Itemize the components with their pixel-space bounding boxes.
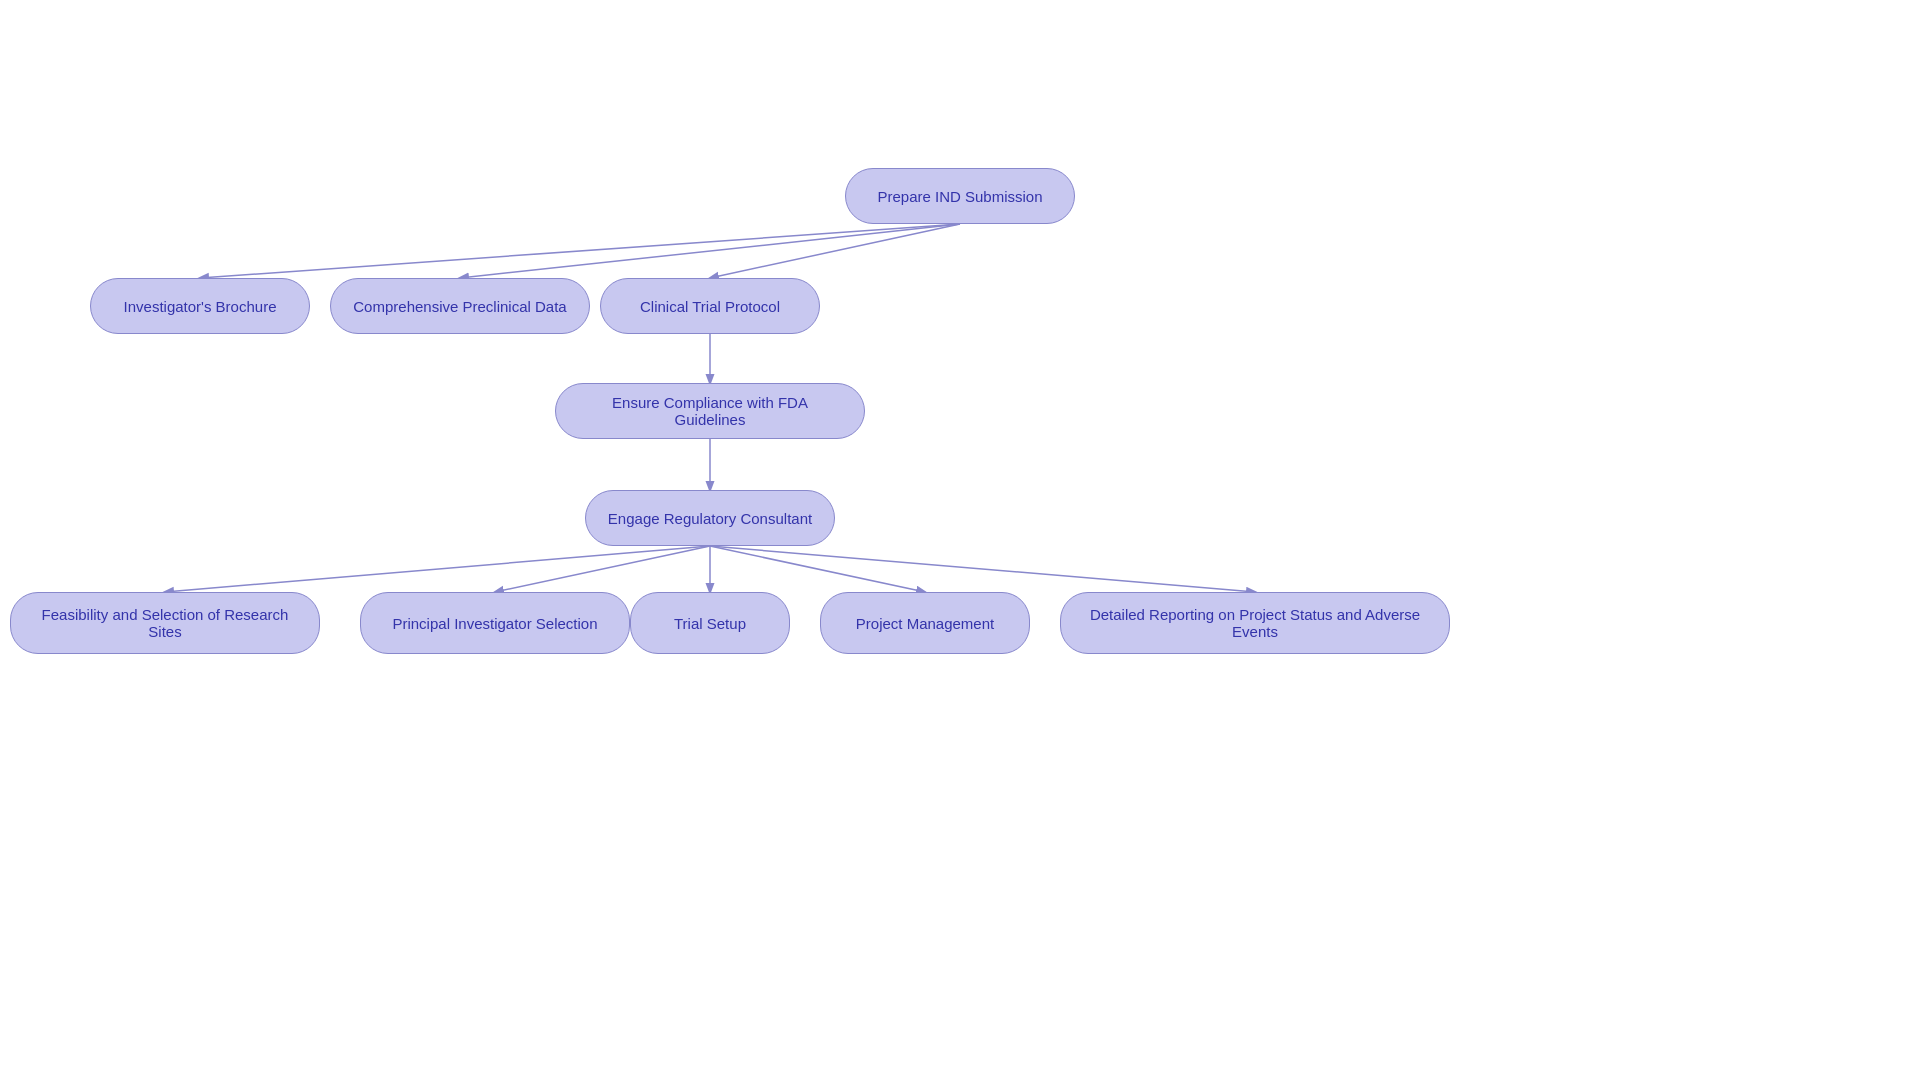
node-clinical-trial-protocol[interactable]: Clinical Trial Protocol bbox=[600, 278, 820, 334]
node-investigators-brochure[interactable]: Investigator's Brochure bbox=[90, 278, 310, 334]
svg-line-5 bbox=[165, 546, 710, 592]
diagram-container: Prepare IND Submission Investigator's Br… bbox=[0, 0, 1920, 1083]
node-detailed-reporting-label: Detailed Reporting on Project Status and… bbox=[1081, 606, 1429, 640]
svg-line-2 bbox=[710, 224, 960, 278]
svg-line-1 bbox=[460, 224, 960, 278]
node-trial-setup[interactable]: Trial Setup bbox=[630, 592, 790, 654]
node-feasibility-label: Feasibility and Selection of Research Si… bbox=[31, 606, 299, 640]
svg-line-8 bbox=[710, 546, 925, 592]
node-project-mgmt[interactable]: Project Management bbox=[820, 592, 1030, 654]
node-preclinical-data-label: Comprehensive Preclinical Data bbox=[353, 298, 566, 315]
node-pi-selection-label: Principal Investigator Selection bbox=[392, 615, 597, 632]
node-clinical-trial-protocol-label: Clinical Trial Protocol bbox=[640, 298, 780, 315]
svg-line-9 bbox=[710, 546, 1255, 592]
node-fda-compliance[interactable]: Ensure Compliance with FDA Guidelines bbox=[555, 383, 865, 439]
connections-svg bbox=[0, 0, 1920, 1083]
node-project-mgmt-label: Project Management bbox=[856, 615, 994, 632]
svg-line-6 bbox=[495, 546, 710, 592]
node-detailed-reporting[interactable]: Detailed Reporting on Project Status and… bbox=[1060, 592, 1450, 654]
node-prepare-ind-label: Prepare IND Submission bbox=[877, 188, 1042, 205]
node-pi-selection[interactable]: Principal Investigator Selection bbox=[360, 592, 630, 654]
svg-line-0 bbox=[200, 224, 960, 278]
node-engage-consultant-label: Engage Regulatory Consultant bbox=[608, 510, 812, 527]
node-fda-compliance-label: Ensure Compliance with FDA Guidelines bbox=[576, 394, 844, 428]
node-engage-consultant[interactable]: Engage Regulatory Consultant bbox=[585, 490, 835, 546]
node-prepare-ind[interactable]: Prepare IND Submission bbox=[845, 168, 1075, 224]
node-investigators-brochure-label: Investigator's Brochure bbox=[124, 298, 277, 315]
node-trial-setup-label: Trial Setup bbox=[674, 615, 746, 632]
node-feasibility[interactable]: Feasibility and Selection of Research Si… bbox=[10, 592, 320, 654]
node-preclinical-data[interactable]: Comprehensive Preclinical Data bbox=[330, 278, 590, 334]
